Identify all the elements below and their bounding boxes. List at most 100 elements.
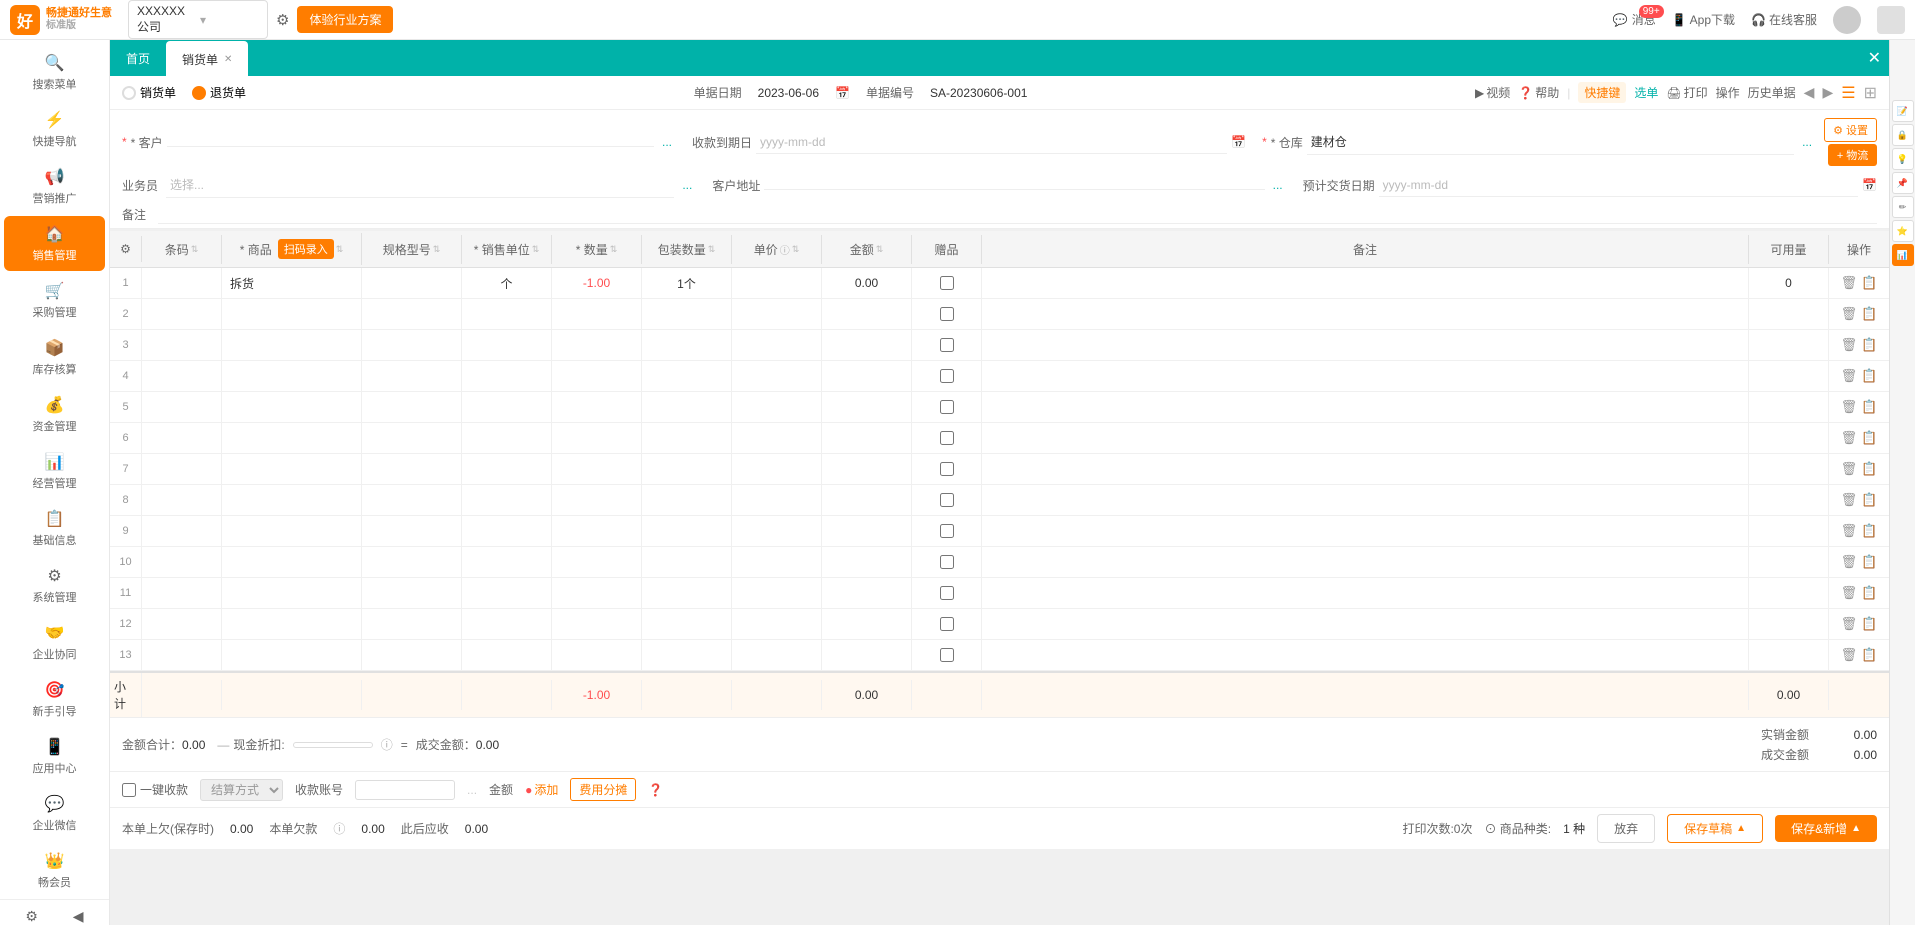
row9-delete-icon[interactable]: 🗑 xyxy=(1841,523,1858,539)
row1-copy-icon[interactable]: 📋 xyxy=(1861,275,1877,291)
row3-gift-checkbox[interactable] xyxy=(940,338,954,352)
row7-delete-icon[interactable]: 🗑 xyxy=(1841,461,1858,477)
td-row12-barcode[interactable] xyxy=(142,609,222,639)
row2-copy-icon[interactable]: 📋 xyxy=(1861,306,1877,322)
row4-copy-icon[interactable]: 📋 xyxy=(1861,368,1877,384)
settings-btn[interactable]: ⚙ 设置 xyxy=(1824,118,1877,142)
td-row12-unit[interactable] xyxy=(462,609,552,639)
td-row4-barcode[interactable] xyxy=(142,361,222,391)
td-row9-gift[interactable] xyxy=(912,516,982,546)
right-btn-7[interactable]: 📊 xyxy=(1892,244,1914,266)
company-select[interactable]: XXXXXX公司 ▾ xyxy=(128,0,268,39)
td-row12-price[interactable] xyxy=(732,609,822,639)
row5-delete-icon[interactable]: 🗑 xyxy=(1841,399,1858,415)
td-row10-price[interactable] xyxy=(732,547,822,577)
scan-barcode-btn[interactable]: 扫码录入 xyxy=(278,239,334,259)
row10-copy-icon[interactable]: 📋 xyxy=(1861,554,1877,570)
sidebar-item-app-center[interactable]: 📱 应用中心 xyxy=(4,729,105,784)
td-row3-price[interactable] xyxy=(732,330,822,360)
row6-copy-icon[interactable]: 📋 xyxy=(1861,430,1877,446)
td-row11-remark[interactable] xyxy=(982,578,1749,608)
td-row8-spec[interactable] xyxy=(362,485,462,515)
td-row4-pkg[interactable] xyxy=(642,361,732,391)
expected-date-input[interactable]: yyyy-mm-dd xyxy=(1379,174,1858,197)
sidebar-item-inventory[interactable]: 📦 库存核算 xyxy=(4,330,105,385)
td-row11-spec[interactable] xyxy=(362,578,462,608)
print-link[interactable]: 🖨 打印 xyxy=(1666,84,1707,101)
td-row8-product[interactable] xyxy=(222,485,362,515)
right-btn-6[interactable]: ⭐ xyxy=(1892,220,1914,242)
tab-sales-order[interactable]: 销货单 ✕ xyxy=(166,41,248,77)
td-row6-qty[interactable] xyxy=(552,423,642,453)
td-row12-gift[interactable] xyxy=(912,609,982,639)
td-row1-qty[interactable]: -1.00 xyxy=(552,268,642,298)
row10-delete-icon[interactable]: 🗑 xyxy=(1841,554,1858,570)
td-row3-unit[interactable] xyxy=(462,330,552,360)
row13-gift-checkbox[interactable] xyxy=(940,648,954,662)
row5-copy-icon[interactable]: 📋 xyxy=(1861,399,1877,415)
row2-gift-checkbox[interactable] xyxy=(940,307,954,321)
payment-account-ellipsis[interactable]: ... xyxy=(467,783,477,797)
td-row4-remark[interactable] xyxy=(982,361,1749,391)
td-row12-spec[interactable] xyxy=(362,609,462,639)
td-row5-qty[interactable] xyxy=(552,392,642,422)
help-link[interactable]: ❓ 帮助 xyxy=(1518,84,1559,101)
row10-gift-checkbox[interactable] xyxy=(940,555,954,569)
row7-copy-icon[interactable]: 📋 xyxy=(1861,461,1877,477)
video-link[interactable]: ▶ 视频 xyxy=(1475,84,1510,101)
td-row10-amount[interactable] xyxy=(822,547,912,577)
td-row7-unit[interactable] xyxy=(462,454,552,484)
sidebar-item-basic-info[interactable]: 📋 基础信息 xyxy=(4,501,105,556)
sidebar-item-wechat[interactable]: 💬 企业微信 xyxy=(4,786,105,841)
one-click-payment-checkbox[interactable] xyxy=(122,783,136,797)
td-row12-amount[interactable] xyxy=(822,609,912,639)
td-row3-qty[interactable] xyxy=(552,330,642,360)
tab-home[interactable]: 首页 xyxy=(110,40,166,76)
td-row5-unit[interactable] xyxy=(462,392,552,422)
barcode-sort-icon[interactable]: ⇅ xyxy=(191,244,199,255)
td-row8-price[interactable] xyxy=(732,485,822,515)
td-row1-remark[interactable] xyxy=(982,268,1749,298)
row6-gift-checkbox[interactable] xyxy=(940,431,954,445)
td-row13-qty[interactable] xyxy=(552,640,642,670)
td-row3-pkg[interactable] xyxy=(642,330,732,360)
td-row6-pkg[interactable] xyxy=(642,423,732,453)
td-row4-spec[interactable] xyxy=(362,361,462,391)
warehouse-input[interactable]: 建材仓 xyxy=(1307,129,1794,155)
td-row13-price[interactable] xyxy=(732,640,822,670)
right-btn-3[interactable]: 💡 xyxy=(1892,148,1914,170)
td-row2-amount[interactable] xyxy=(822,299,912,329)
sidebar-item-purchase[interactable]: 🛒 采购管理 xyxy=(4,273,105,328)
row11-delete-icon[interactable]: 🗑 xyxy=(1841,585,1858,601)
online-service-btn[interactable]: 🎧 在线客服 xyxy=(1751,11,1817,28)
right-btn-5[interactable]: ✏ xyxy=(1892,196,1914,218)
sidebar-item-marketing[interactable]: 📢 营销推广 xyxy=(4,159,105,214)
td-row6-price[interactable] xyxy=(732,423,822,453)
row13-delete-icon[interactable]: 🗑 xyxy=(1841,647,1858,663)
amount-sort-icon[interactable]: ⇅ xyxy=(876,244,884,255)
td-row7-barcode[interactable] xyxy=(142,454,222,484)
sales-order-radio[interactable]: 销货单 xyxy=(122,84,176,101)
td-row8-pkg[interactable] xyxy=(642,485,732,515)
sidebar-item-guide[interactable]: 🎯 新手引导 xyxy=(4,672,105,727)
td-row13-remark[interactable] xyxy=(982,640,1749,670)
customer-input[interactable] xyxy=(167,138,654,147)
td-row9-pkg[interactable] xyxy=(642,516,732,546)
td-row5-price[interactable] xyxy=(732,392,822,422)
row12-gift-checkbox[interactable] xyxy=(940,617,954,631)
td-row6-product[interactable] xyxy=(222,423,362,453)
td-row11-amount[interactable] xyxy=(822,578,912,608)
td-row10-qty[interactable] xyxy=(552,547,642,577)
trial-btn[interactable]: 体验行业方案 xyxy=(297,6,393,33)
fee-allocation-btn[interactable]: 费用分摊 xyxy=(570,778,636,801)
td-row4-unit[interactable] xyxy=(462,361,552,391)
sidebar-item-search[interactable]: 🔍 搜索菜单 xyxy=(4,45,105,100)
td-row5-pkg[interactable] xyxy=(642,392,732,422)
customer-ellipsis[interactable]: ... xyxy=(658,135,676,149)
td-row7-amount[interactable] xyxy=(822,454,912,484)
td-row11-gift[interactable] xyxy=(912,578,982,608)
qty-sort-icon[interactable]: ⇅ xyxy=(610,244,618,255)
td-row2-unit[interactable] xyxy=(462,299,552,329)
td-row7-gift[interactable] xyxy=(912,454,982,484)
sidebar-item-operations[interactable]: 📊 经营管理 xyxy=(4,444,105,499)
